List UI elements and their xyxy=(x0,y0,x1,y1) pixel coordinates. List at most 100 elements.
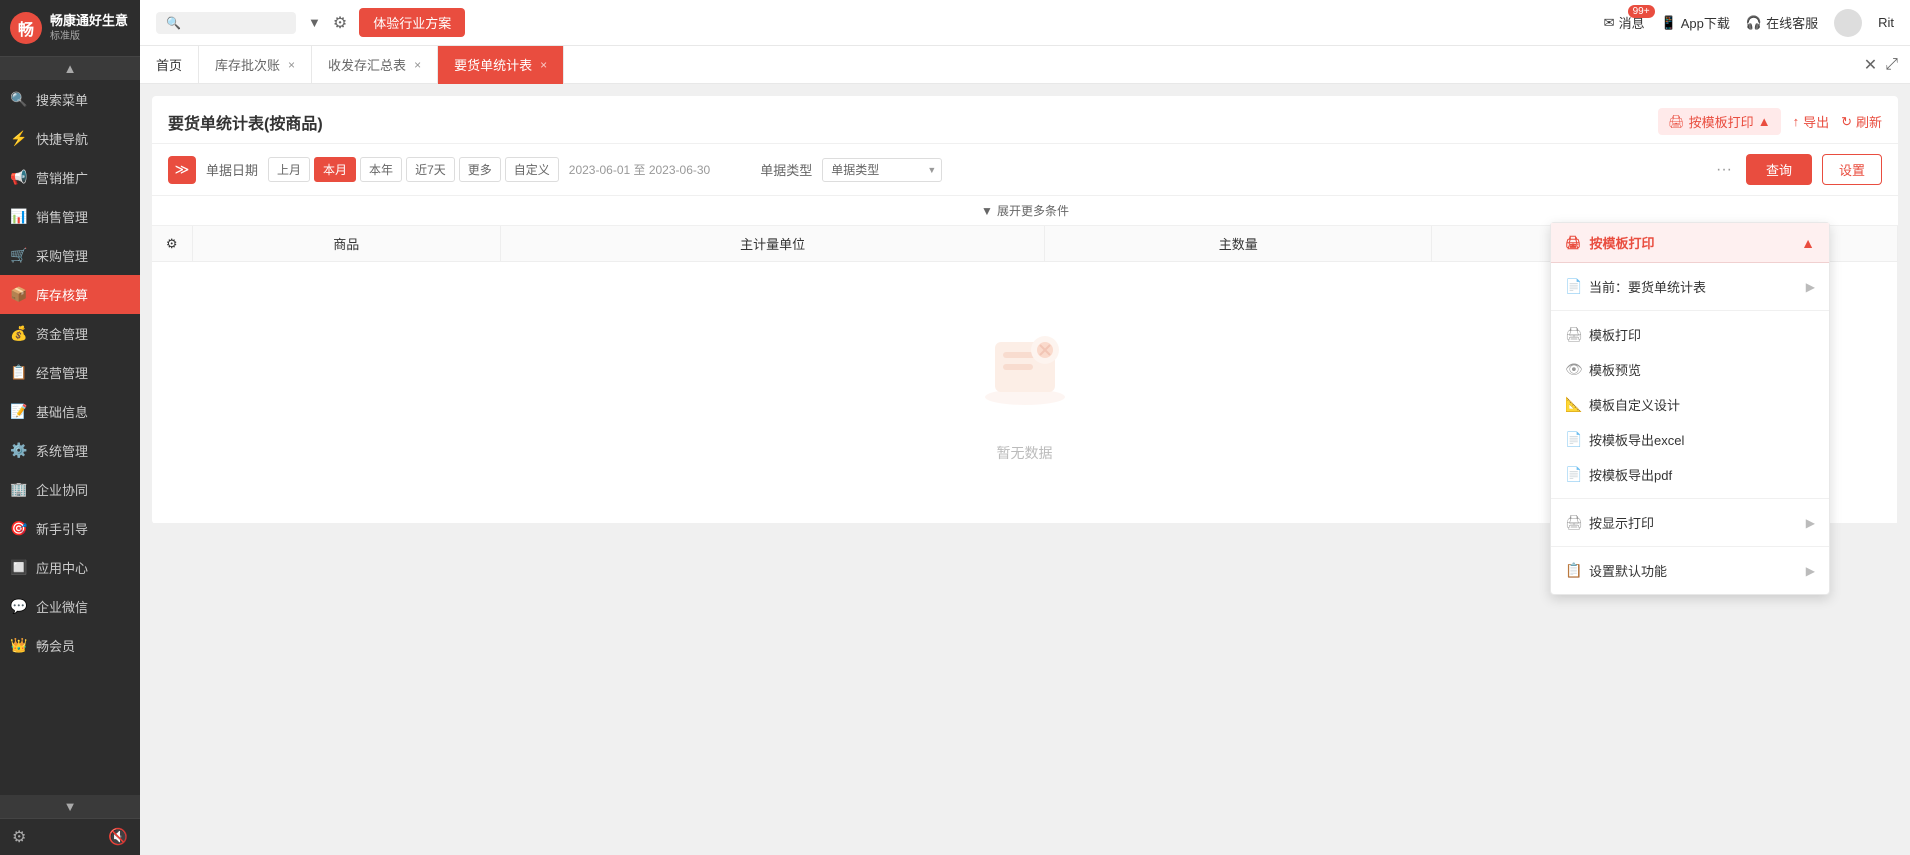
template-preview-left: 👁 模板预览 xyxy=(1565,360,1641,379)
query-button[interactable]: 查询 xyxy=(1746,154,1812,185)
sidebar-item-label: 基础信息 xyxy=(36,402,88,421)
sidebar-mute-icon[interactable]: 🔇 xyxy=(108,827,128,847)
refresh-button[interactable]: ↻ 刷新 xyxy=(1841,112,1882,131)
username-label: Rit xyxy=(1878,15,1894,30)
sidebar-item-system[interactable]: ⚙️ 系统管理 xyxy=(0,431,140,470)
app-download-button[interactable]: 📱 App下载 xyxy=(1661,13,1730,32)
tab-order-stats[interactable]: 要货单统计表 × xyxy=(438,46,564,84)
apps-icon: 🔲 xyxy=(10,559,28,577)
default-function-left: 📋 设置默认功能 xyxy=(1565,561,1667,580)
tab-receipt-summary[interactable]: 收发存汇总表 × xyxy=(312,46,438,84)
date-btn-current-month[interactable]: 本月 xyxy=(314,157,356,182)
sidebar-item-enterprise[interactable]: 🏢 企业协同 xyxy=(0,470,140,509)
sidebar-item-label: 销售管理 xyxy=(36,207,88,226)
filter-date-group: 上月 本月 本年 近7天 更多 自定义 xyxy=(268,157,559,182)
print-dropdown-template-design[interactable]: 📐 模板自定义设计 xyxy=(1551,387,1829,422)
date-btn-more[interactable]: 更多 xyxy=(459,157,501,182)
print-dropdown-default-function[interactable]: 📋 设置默认功能 ▶ xyxy=(1551,553,1829,588)
date-btn-current-year[interactable]: 本年 xyxy=(360,157,402,182)
export-button[interactable]: ↑ 导出 xyxy=(1793,112,1830,131)
page-actions: 🖨 按模板打印 ▲ ↑ 导出 ↻ 刷新 xyxy=(1658,108,1882,135)
sidebar-item-finance[interactable]: 💰 资金管理 xyxy=(0,314,140,353)
sidebar-item-label: 营销推广 xyxy=(36,168,88,187)
chevron-down-icon: ▼ xyxy=(981,204,993,218)
print-dropdown-current-item[interactable]: 📄 当前：要货单统计表 ▶ xyxy=(1551,269,1829,304)
settings-button[interactable]: 设置 xyxy=(1822,154,1882,185)
export-excel-label: 按模板导出excel xyxy=(1589,430,1684,449)
print-template-button[interactable]: 🖨 按模板打印 ▲ xyxy=(1658,108,1780,135)
tab-inventory-batch[interactable]: 库存批次账 × xyxy=(199,46,312,84)
filter-date-range: 2023-06-01 至 2023-06-30 xyxy=(569,161,710,178)
sidebar-item-label: 采购管理 xyxy=(36,246,88,265)
display-print-label: 按显示打印 xyxy=(1589,513,1654,532)
filter-date-label: 单据日期 xyxy=(206,160,258,179)
message-badge: 99+ xyxy=(1628,5,1655,18)
print-dropdown-display-print[interactable]: 🖨 按显示打印 ▶ xyxy=(1551,505,1829,540)
print-dropdown-template-preview[interactable]: 👁 模板预览 xyxy=(1551,352,1829,387)
app-logo: 畅 畅康通好生意 标准版 xyxy=(0,0,140,57)
guide-icon: 🎯 xyxy=(10,520,28,538)
tab-close-icon[interactable]: × xyxy=(540,58,547,72)
sidebar-item-wechat[interactable]: 💬 企业微信 xyxy=(0,587,140,626)
tab-close-icon[interactable]: × xyxy=(288,58,295,72)
table-settings-header[interactable]: ⚙ xyxy=(152,226,192,262)
user-avatar[interactable] xyxy=(1834,9,1862,37)
sidebar-scroll-up[interactable]: ▲ xyxy=(0,57,140,80)
print-dropdown-export-pdf[interactable]: 📄 按模板导出pdf xyxy=(1551,457,1829,492)
trial-button[interactable]: 体验行业方案 xyxy=(359,8,465,37)
tab-close-icon[interactable]: × xyxy=(414,58,421,72)
sidebar-item-basic[interactable]: 📝 基础信息 xyxy=(0,392,140,431)
sidebar-item-label: 企业协同 xyxy=(36,480,88,499)
date-btn-prev-month[interactable]: 上月 xyxy=(268,157,310,182)
topbar-dropdown[interactable]: ▼ xyxy=(308,15,321,30)
topbar-search[interactable]: 🔍 xyxy=(156,12,296,34)
more-actions-icon[interactable]: ··· xyxy=(1712,161,1736,179)
sidebar-item-guide[interactable]: 🎯 新手引导 xyxy=(0,509,140,548)
sidebar-item-label: 系统管理 xyxy=(36,441,88,460)
topbar-settings-icon[interactable]: ⚙ xyxy=(333,13,347,33)
date-btn-7days[interactable]: 近7天 xyxy=(406,157,455,182)
close-window-icon[interactable]: ✕ xyxy=(1864,55,1877,75)
sidebar-item-label: 新手引导 xyxy=(36,519,88,538)
finance-icon: 💰 xyxy=(10,325,28,343)
print-dropdown-current-section: 📄 当前：要货单统计表 ▶ xyxy=(1551,263,1829,311)
order-type-select[interactable]: 单据类型 要货单 xyxy=(822,158,942,182)
message-icon: ✉ xyxy=(1604,15,1615,31)
date-btn-custom[interactable]: 自定义 xyxy=(505,157,559,182)
message-button[interactable]: ✉ 消息 99+ xyxy=(1604,13,1645,32)
tab-home[interactable]: 首页 xyxy=(140,46,199,84)
sidebar-item-marketing[interactable]: 📢 营销推广 xyxy=(0,158,140,197)
wechat-icon: 💬 xyxy=(10,598,28,616)
refresh-icon: ↻ xyxy=(1841,114,1852,130)
expand-more-button[interactable]: ▼ 展开更多条件 xyxy=(965,196,1085,225)
page-content: 要货单统计表(按商品) 🖨 按模板打印 ▲ ↑ 导出 ↻ 刷新 xyxy=(140,84,1910,855)
sidebar-item-sales[interactable]: 📊 销售管理 xyxy=(0,197,140,236)
sidebar-search[interactable]: 🔍 搜索菜单 xyxy=(0,80,140,119)
export-pdf-label: 按模板导出pdf xyxy=(1589,465,1672,484)
maximize-window-icon[interactable]: ⤢ xyxy=(1885,56,1898,74)
online-service-button[interactable]: 🎧 在线客服 xyxy=(1746,13,1818,32)
print-dropdown-header[interactable]: 🖨 按模板打印 ▲ xyxy=(1551,223,1829,263)
print-dropdown-display-section: 🖨 按显示打印 ▶ xyxy=(1551,499,1829,547)
sidebar-item-operations[interactable]: 📋 经营管理 xyxy=(0,353,140,392)
export-excel-icon: 📄 xyxy=(1565,431,1581,448)
print-dropdown-export-excel[interactable]: 📄 按模板导出excel xyxy=(1551,422,1829,457)
sidebar-nav: ⚡ 快捷导航 📢 营销推广 📊 销售管理 🛒 采购管理 📦 库存核算 💰 资金管… xyxy=(0,119,140,795)
online-service-icon: 🎧 xyxy=(1746,15,1762,31)
sidebar-item-quick-nav[interactable]: ⚡ 快捷导航 xyxy=(0,119,140,158)
current-template-label: 当前：要货单统计表 xyxy=(1589,277,1706,296)
sidebar-item-purchase[interactable]: 🛒 采购管理 xyxy=(0,236,140,275)
sidebar-item-inventory[interactable]: 📦 库存核算 xyxy=(0,275,140,314)
sidebar-item-apps[interactable]: 🔲 应用中心 xyxy=(0,548,140,587)
print-dropdown: 🖨 按模板打印 ▲ 📄 当前：要货单统计表 ▶ 🖨 xyxy=(1550,222,1830,595)
filter-expand-button[interactable]: ≫ xyxy=(168,156,196,184)
default-function-icon: 📋 xyxy=(1565,562,1581,579)
sidebar-item-member[interactable]: 👑 畅会员 xyxy=(0,626,140,665)
sidebar-item-label: 资金管理 xyxy=(36,324,88,343)
print-dropdown-template-print[interactable]: 🖨 模板打印 xyxy=(1551,317,1829,352)
sidebar-settings-icon[interactable]: ⚙ xyxy=(12,827,26,847)
sales-icon: 📊 xyxy=(10,208,28,226)
operations-icon: 📋 xyxy=(10,364,28,382)
sidebar-scroll-down[interactable]: ▼ xyxy=(0,795,140,818)
template-design-left: 📐 模板自定义设计 xyxy=(1565,395,1680,414)
